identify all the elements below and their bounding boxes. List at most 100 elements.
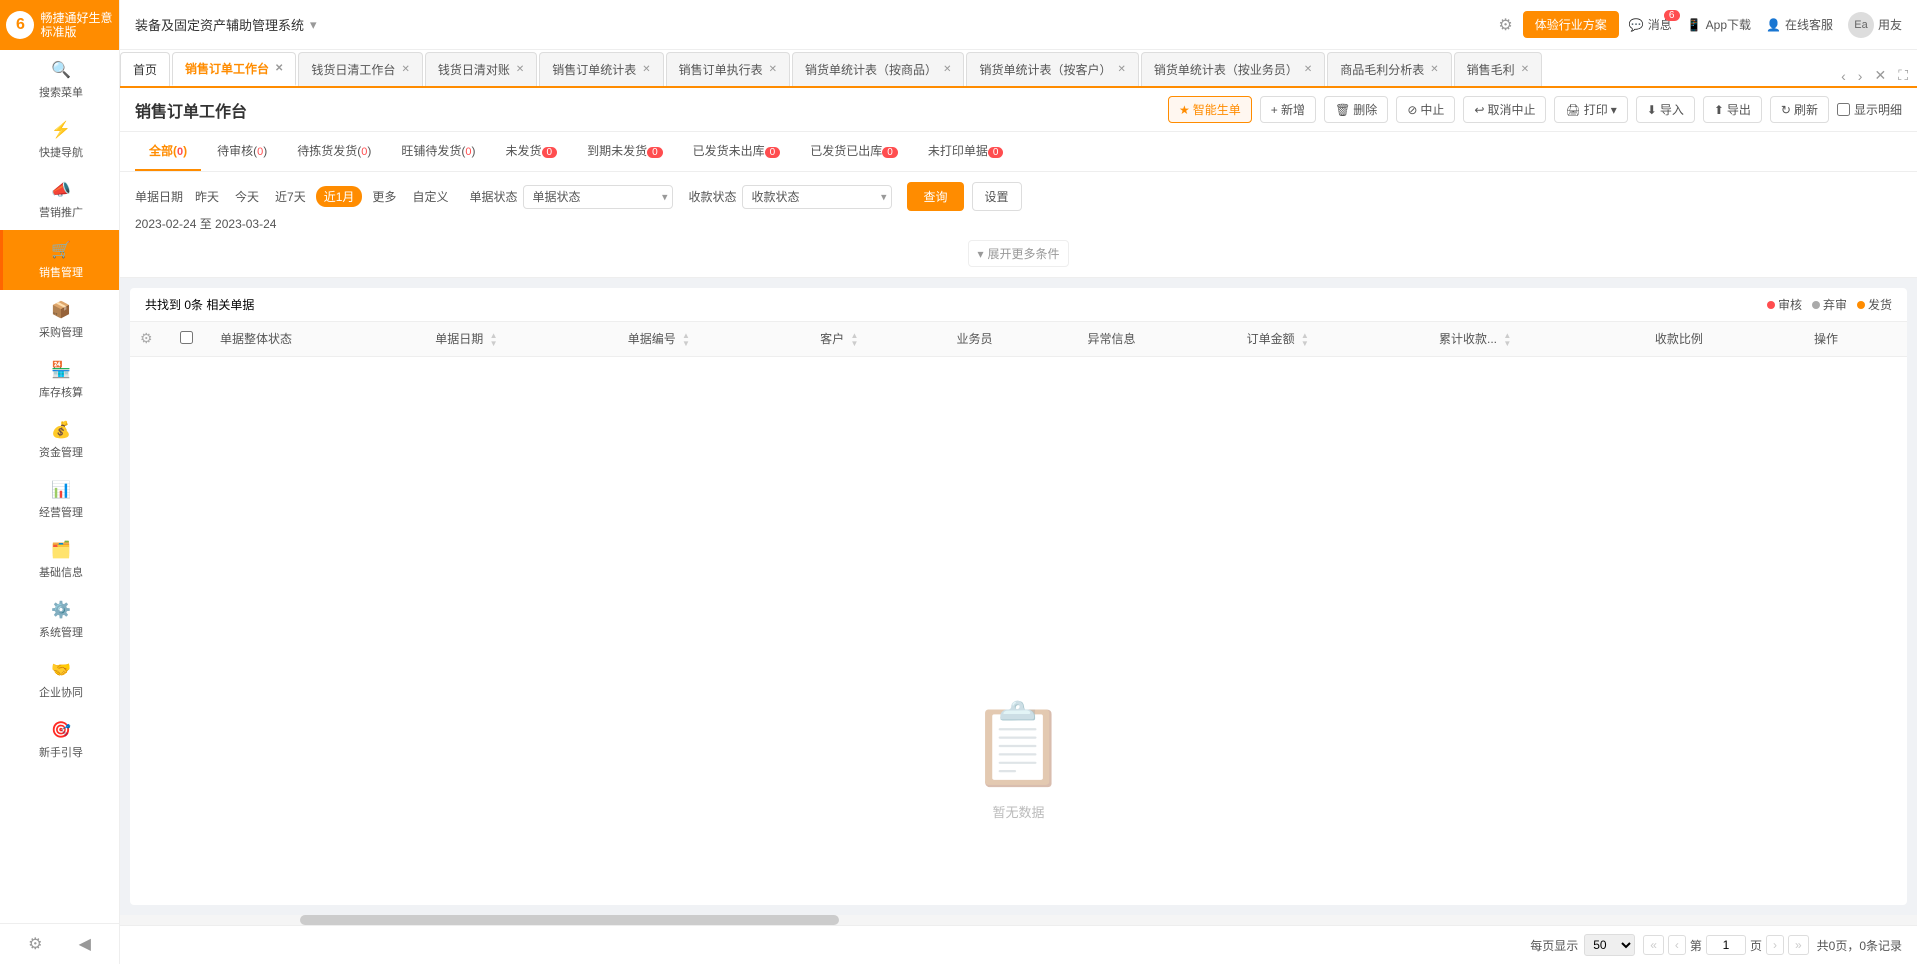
filter-tab-all[interactable]: 全部(0) bbox=[135, 132, 201, 171]
col-staff[interactable]: 业务员 bbox=[946, 322, 1077, 356]
sidebar-item-sales[interactable]: 🛒 销售管理 bbox=[0, 230, 119, 290]
tab-scroll-left[interactable]: ‹ bbox=[1837, 66, 1850, 86]
col-amount[interactable]: 订单金额 ▲▼ bbox=[1237, 322, 1429, 356]
sidebar-item-purchase[interactable]: 📦 采购管理 bbox=[0, 290, 119, 350]
search-actions: 查询 设置 bbox=[907, 182, 1021, 211]
payment-select[interactable]: 收款状态 bbox=[742, 185, 892, 209]
tab-close-goods-profit[interactable]: ✕ bbox=[1430, 64, 1438, 75]
page-size-select[interactable]: 50 10 20 100 bbox=[1584, 934, 1635, 956]
tab-home[interactable]: 首页 bbox=[120, 52, 170, 86]
tab-sales-profit[interactable]: 销售毛利✕ bbox=[1454, 52, 1542, 86]
review-action-btn[interactable]: 审核 bbox=[1767, 296, 1802, 313]
tab-close-sales-stat-staff[interactable]: ✕ bbox=[1304, 64, 1312, 75]
tab-close-cash-daily[interactable]: ✕ bbox=[401, 64, 409, 75]
date-more[interactable]: 更多 bbox=[366, 186, 402, 207]
tab-sales-stat-customer[interactable]: 销货单统计表（按客户）✕ bbox=[966, 52, 1138, 86]
record-count-prefix: 共找到 bbox=[145, 298, 181, 312]
nav-label-quick-nav: 快捷导航 bbox=[39, 144, 83, 160]
tab-close-sales-exec[interactable]: ✕ bbox=[769, 64, 777, 75]
col-checkbox bbox=[170, 322, 210, 356]
tab-scroll-right[interactable]: › bbox=[1854, 66, 1867, 86]
next-page-btn[interactable]: › bbox=[1766, 935, 1784, 955]
select-all-checkbox[interactable] bbox=[180, 331, 193, 344]
filter-tab-pending-review[interactable]: 待审核(0) bbox=[203, 132, 281, 171]
tab-sales-workbench[interactable]: 销售订单工作台✕ bbox=[172, 52, 296, 86]
first-page-btn[interactable]: « bbox=[1643, 935, 1664, 955]
collapse-icon[interactable]: ◀ bbox=[79, 934, 91, 954]
date-today[interactable]: 今天 bbox=[229, 186, 265, 207]
col-customer[interactable]: 客户 ▲▼ bbox=[810, 322, 946, 356]
show-detail-input[interactable] bbox=[1837, 103, 1850, 116]
date-1month[interactable]: 近1月 bbox=[316, 186, 363, 207]
system-dropdown-icon[interactable]: ▾ bbox=[310, 17, 317, 33]
date-yesterday[interactable]: 昨天 bbox=[189, 186, 225, 207]
tab-maximize[interactable]: ⛶ bbox=[1894, 65, 1912, 86]
filter-tab-pending-delivery[interactable]: 待拣货发货(0) bbox=[283, 132, 385, 171]
online-service-btn[interactable]: 👤 在线客服 bbox=[1766, 16, 1833, 33]
delete-btn[interactable]: 🗑 删除 bbox=[1324, 96, 1388, 123]
industry-btn[interactable]: 体验行业方案 bbox=[1523, 11, 1619, 38]
header-settings-icon[interactable]: ⚙ bbox=[1498, 15, 1512, 35]
page-input[interactable] bbox=[1706, 935, 1746, 955]
add-btn[interactable]: + 新增 bbox=[1260, 96, 1316, 123]
sidebar-item-operations[interactable]: 📊 经营管理 bbox=[0, 470, 119, 530]
query-btn[interactable]: 查询 bbox=[907, 182, 963, 211]
date-custom[interactable]: 自定义 bbox=[406, 186, 454, 207]
sidebar-item-quick-nav[interactable]: ⚡ 快捷导航 bbox=[0, 110, 119, 170]
cancel-stop-btn[interactable]: ↩ 取消中止 bbox=[1463, 96, 1546, 123]
last-page-btn[interactable]: » bbox=[1788, 935, 1809, 955]
user-menu[interactable]: Ea 用友 bbox=[1848, 12, 1902, 38]
filter-tab-shipped-out[interactable]: 已发货已出库0 bbox=[796, 132, 912, 171]
smart-create-btn[interactable]: ★ 智能生单 bbox=[1168, 96, 1252, 123]
sidebar-item-search[interactable]: 🔍 搜索菜单 bbox=[0, 50, 119, 110]
status-select[interactable]: 单据状态 bbox=[523, 185, 673, 209]
tab-sales-stat-product[interactable]: 销货单统计表（按商品）✕ bbox=[792, 52, 964, 86]
app-download-btn[interactable]: 📱 App下载 bbox=[1687, 16, 1751, 33]
filter-tab-not-shipped[interactable]: 未发货0 bbox=[492, 132, 572, 171]
date-7days[interactable]: 近7天 bbox=[269, 186, 312, 207]
col-number[interactable]: 单据编号 ▲▼ bbox=[618, 322, 810, 356]
sidebar-item-system[interactable]: ⚙️ 系统管理 bbox=[0, 590, 119, 650]
print-btn[interactable]: 🖨 打印 ▾ bbox=[1554, 96, 1627, 123]
search-settings-btn[interactable]: 设置 bbox=[972, 182, 1022, 211]
stop-btn[interactable]: ⊘ 中止 bbox=[1396, 96, 1455, 123]
tab-close-all[interactable]: ✕ bbox=[1870, 65, 1890, 86]
sidebar-item-cooperation[interactable]: 🤝 企业协同 bbox=[0, 650, 119, 710]
sidebar-item-guide[interactable]: 🎯 新手引导 bbox=[0, 710, 119, 770]
filter-tab-not-printed[interactable]: 未打印单据0 bbox=[914, 132, 1018, 171]
tab-goods-profit[interactable]: 商品毛利分析表✕ bbox=[1327, 52, 1451, 86]
tab-close-sales-workbench[interactable]: ✕ bbox=[275, 63, 283, 74]
export-btn[interactable]: ⬆ 导出 bbox=[1703, 96, 1762, 123]
tab-sales-exec[interactable]: 销售订单执行表✕ bbox=[666, 52, 790, 86]
prev-page-btn[interactable]: ‹ bbox=[1668, 935, 1686, 955]
tab-cash-goods-reconcile[interactable]: 钱货日清对账✕ bbox=[425, 52, 537, 86]
ship-action-btn[interactable]: 发货 bbox=[1857, 296, 1892, 313]
settings-icon[interactable]: ⚙ bbox=[28, 934, 42, 954]
sidebar-item-marketing[interactable]: 📣 营销推广 bbox=[0, 170, 119, 230]
tab-close-sales-stat-product[interactable]: ✕ bbox=[943, 64, 951, 75]
refresh-btn[interactable]: ↻ 刷新 bbox=[1770, 96, 1829, 123]
import-btn[interactable]: ⬇ 导入 bbox=[1636, 96, 1695, 123]
filter-tab-shipped-not-out[interactable]: 已发货未出库0 bbox=[679, 132, 795, 171]
filter-tab-wangpu-delivery[interactable]: 旺铺待发货(0) bbox=[387, 132, 489, 171]
sidebar-item-finance[interactable]: 💰 资金管理 bbox=[0, 410, 119, 470]
sidebar-item-basic-info[interactable]: 🗂️ 基础信息 bbox=[0, 530, 119, 590]
col-date[interactable]: 单据日期 ▲▼ bbox=[425, 322, 617, 356]
tab-sales-stat-staff[interactable]: 销货单统计表（按业务员）✕ bbox=[1141, 52, 1325, 86]
tab-close-sales-stat[interactable]: ✕ bbox=[642, 64, 650, 75]
sidebar: 6 畅捷通好生意 标准版 🔍 搜索菜单 ⚡ 快捷导航 📣 营销推广 🛒 销售管理… bbox=[0, 0, 120, 964]
show-detail-checkbox[interactable]: 显示明细 bbox=[1837, 101, 1902, 118]
expand-conditions-btn[interactable]: ▾ 展开更多条件 bbox=[968, 240, 1068, 267]
horizontal-scrollbar[interactable] bbox=[120, 915, 1917, 925]
tab-close-sales-profit[interactable]: ✕ bbox=[1521, 64, 1529, 75]
sidebar-item-inventory[interactable]: 🏪 库存核算 bbox=[0, 350, 119, 410]
tab-sales-stat[interactable]: 销售订单统计表✕ bbox=[539, 52, 663, 86]
filter-tab-label-pending-review: 待审核(0) bbox=[217, 144, 267, 158]
tab-cash-daily[interactable]: 钱货日清工作台✕ bbox=[298, 52, 422, 86]
filter-tab-expired-not-shipped[interactable]: 到期未发货0 bbox=[573, 132, 677, 171]
col-collected[interactable]: 累计收款... ▲▼ bbox=[1429, 322, 1645, 356]
cancel-review-action-btn[interactable]: 弃审 bbox=[1812, 296, 1847, 313]
messages-btn[interactable]: 💬 消息 6 bbox=[1629, 16, 1672, 33]
tab-close-sales-stat-customer[interactable]: ✕ bbox=[1117, 64, 1125, 75]
tab-close-cash-goods-reconcile[interactable]: ✕ bbox=[516, 64, 524, 75]
